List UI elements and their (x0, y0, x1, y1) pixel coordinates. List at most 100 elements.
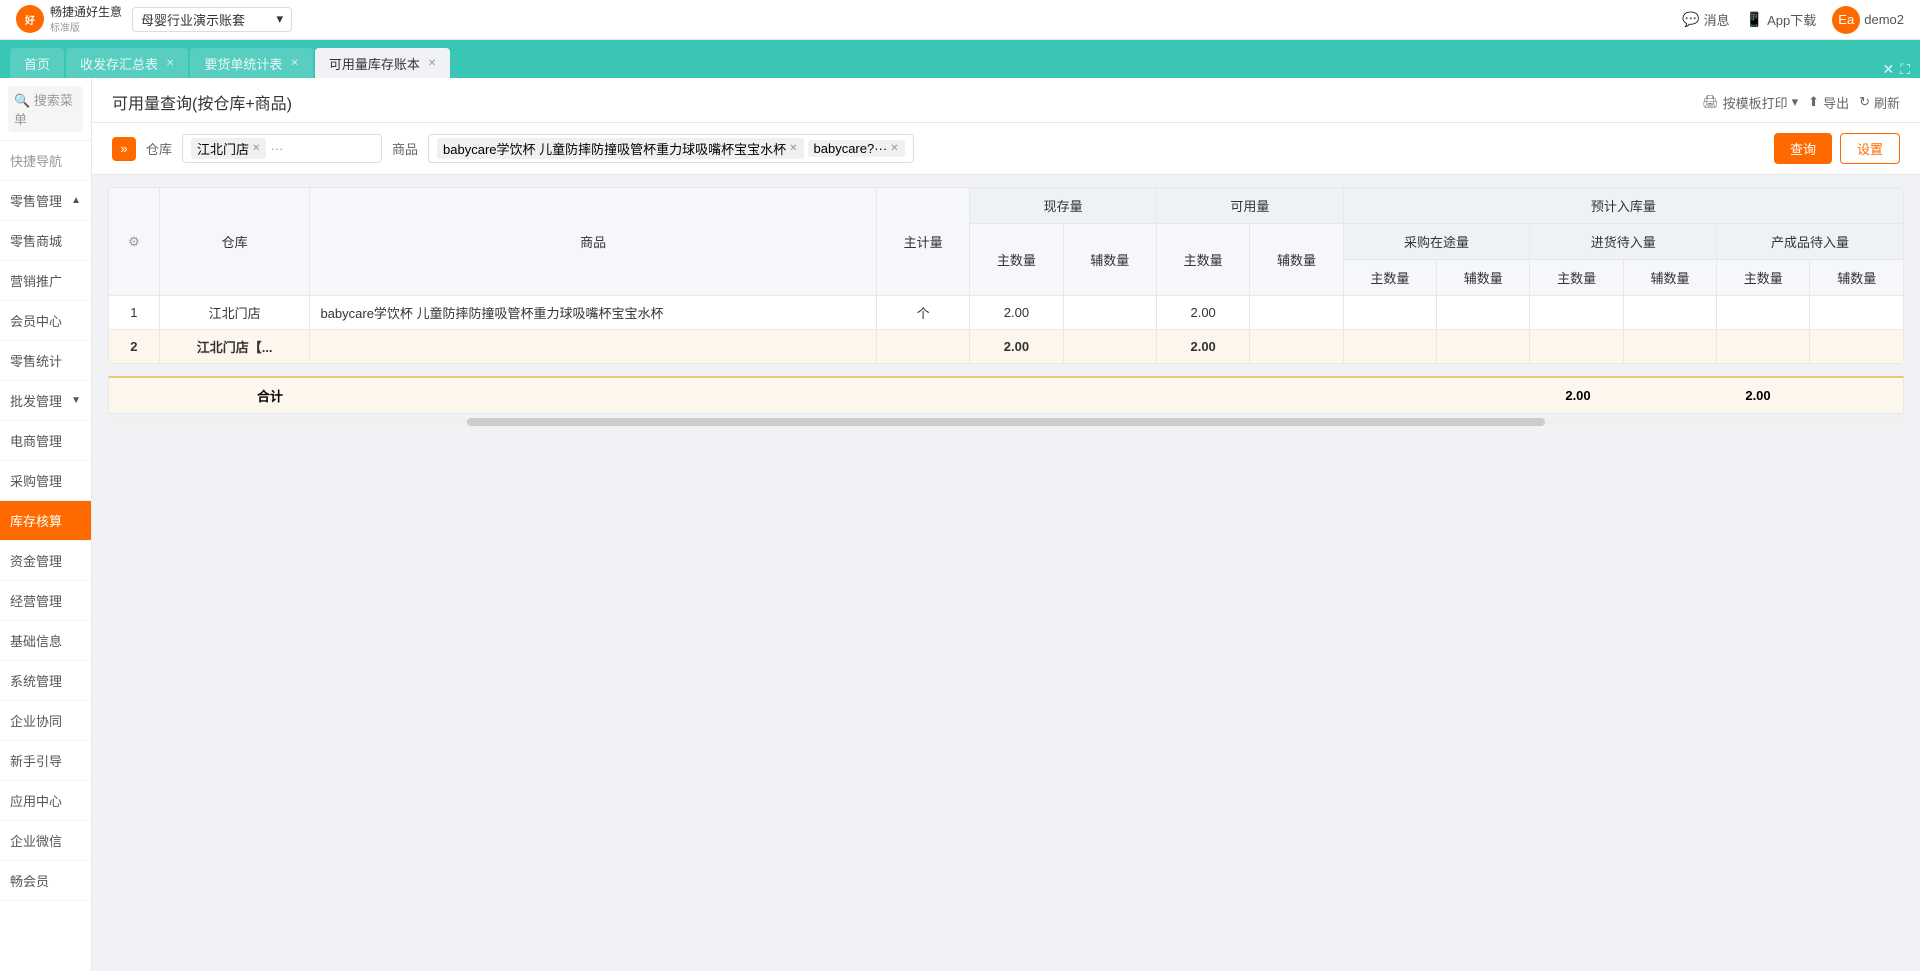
top-bar-right: 💬 消息 📱 App下载 Ea demo2 (1682, 6, 1904, 34)
sidebar-item-ecommerce[interactable]: 电商管理 (0, 421, 91, 461)
cell-avail-sub-2 (1250, 330, 1343, 364)
cell-purchase-main-1 (1343, 296, 1436, 330)
cell-incoming-main-1 (1530, 296, 1623, 330)
table-footer: 合计 2.00 2.00 (108, 376, 1904, 414)
warehouse-more[interactable]: ··· (270, 141, 283, 156)
cell-stock-sub-1 (1063, 296, 1156, 330)
product-tag-1: babycare学饮杯 儿童防摔防撞吸管杯重力球吸嘴杯宝宝水杯 ✕ (437, 138, 803, 159)
warehouse-label: 仓库 (146, 139, 172, 158)
warehouse-input[interactable]: 江北门店 ✕ ··· (182, 134, 382, 163)
th-stock-sub: 辅数量 (1063, 224, 1156, 296)
tab-close-all[interactable]: ✕ (1882, 61, 1894, 78)
sidebar-item-purchase[interactable]: 采购管理 (0, 461, 91, 501)
logo-icon: 好 (16, 5, 44, 33)
search-menu-btn[interactable]: 🔍 搜索菜单 (8, 86, 83, 132)
th-gear[interactable]: ⚙ (109, 188, 160, 296)
th-product-group: 产成品待入量 (1717, 224, 1904, 260)
sidebar-item-operation[interactable]: 经营管理 (0, 581, 91, 621)
warehouse-tag: 江北门店 ✕ (191, 138, 266, 159)
table-row: 2 江北门店【... 2.00 2.00 (109, 330, 1904, 364)
tab-order[interactable]: 要货单统计表 ✕ (190, 48, 312, 78)
tab-receipt[interactable]: 收发存汇总表 ✕ (66, 48, 188, 78)
th-purchase-main: 主数量 (1343, 260, 1436, 296)
sidebar-item-basic[interactable]: 基础信息 (0, 621, 91, 661)
product-tag-1-remove[interactable]: ✕ (789, 143, 797, 154)
cell-stock-main-1: 2.00 (970, 296, 1063, 330)
filter-actions: 查询 设置 (1774, 133, 1900, 164)
th-product: 商品 (310, 188, 876, 296)
sidebar-item-finance[interactable]: 资金管理 (0, 541, 91, 581)
query-btn[interactable]: 查询 (1774, 133, 1832, 164)
content-area: 可用量查询(按仓库+商品) 🖨 按模板打印 ▾ ⬆ 导出 ↻ 刷新 (92, 78, 1920, 971)
sidebar-item-retail-mall[interactable]: 零售商城 (0, 221, 91, 261)
th-product-sub: 辅数量 (1810, 260, 1904, 296)
printer-icon: 🖨 (1702, 94, 1719, 110)
refresh-btn[interactable]: ↻ 刷新 (1859, 93, 1900, 112)
sidebar-item-retail-stat[interactable]: 零售统计 (0, 341, 91, 381)
tab-available-close[interactable]: ✕ (428, 58, 436, 69)
sidebar-item-member[interactable]: 会员中心 (0, 301, 91, 341)
tab-maximize[interactable]: ⛶ (1900, 61, 1910, 78)
filter-row: » 仓库 江北门店 ✕ ··· 商品 babycare学饮杯 儿童防摔防撞吸管杯… (92, 123, 1920, 175)
cell-incoming-sub-2 (1623, 330, 1716, 364)
tab-home[interactable]: 首页 (10, 48, 64, 78)
table-wrap: ⚙ 仓库 商品 主计量 现存量 可用量 预计入库量 主数量 辅数量 主数量 辅数… (108, 187, 1904, 364)
sidebar-item-inventory[interactable]: 库存核算 (0, 501, 91, 541)
template-print-btn[interactable]: 🖨 按模板打印 ▾ (1702, 93, 1798, 112)
message-btn[interactable]: 💬 消息 (1682, 10, 1729, 29)
tab-controls: ✕ ⛶ (1882, 61, 1910, 78)
th-stock-group: 现存量 (970, 188, 1157, 224)
scrollbar-track (108, 418, 1904, 426)
product-input[interactable]: babycare学饮杯 儿童防摔防撞吸管杯重力球吸嘴杯宝宝水杯 ✕ babyca… (428, 134, 914, 163)
warehouse-tag-remove[interactable]: ✕ (252, 143, 260, 154)
top-bar: 好 畅捷通好生意 标准版 母婴行业演示账套 ▾ 💬 消息 📱 App下载 Ea … (0, 0, 1920, 40)
setting-btn[interactable]: 设置 (1840, 133, 1900, 164)
cell-product-2 (310, 330, 876, 364)
table-row: 1 江北门店 babycare学饮杯 儿童防摔防撞吸管杯重力球吸嘴杯宝宝水杯 个… (109, 296, 1904, 330)
footer-avail-main: 2.00 (1713, 388, 1803, 403)
cell-incoming-sub-1 (1623, 296, 1716, 330)
sidebar-item-appcenter[interactable]: 应用中心 (0, 781, 91, 821)
chevron-down-icon: ▾ (276, 11, 283, 27)
sidebar-item-enterprise[interactable]: 企业协同 (0, 701, 91, 741)
th-avail-sub: 辅数量 (1250, 224, 1343, 296)
th-stock-main: 主数量 (970, 224, 1063, 296)
sidebar-item-marketing[interactable]: 营销推广 (0, 261, 91, 301)
industry-select[interactable]: 母婴行业演示账套 ▾ (132, 7, 292, 32)
sidebar-item-enterprise-wechat[interactable]: 企业微信 (0, 821, 91, 861)
cell-unit-1: 个 (876, 296, 969, 330)
sidebar-item-retail[interactable]: 零售管理 ▲ (0, 181, 91, 221)
scrollbar-thumb[interactable] (467, 418, 1545, 426)
sidebar-item-system[interactable]: 系统管理 (0, 661, 91, 701)
tab-order-close[interactable]: ✕ (290, 58, 298, 69)
gear-icon[interactable]: ⚙ (128, 234, 140, 249)
th-product-main: 主数量 (1717, 260, 1810, 296)
filter-expand-btn[interactable]: » (112, 137, 136, 161)
th-avail-main: 主数量 (1156, 224, 1249, 296)
user-avatar[interactable]: Ea demo2 (1832, 6, 1904, 34)
app-download-btn[interactable]: 📱 App下载 (1746, 10, 1817, 29)
cell-warehouse-2: 江北门店【... (159, 330, 310, 364)
refresh-icon: ↻ (1859, 94, 1870, 110)
chevron-icon: ▲ (71, 195, 81, 206)
main-layout: 🔍 搜索菜单 快捷导航 零售管理 ▲ 零售商城 营销推广 会员中心 零售统计 批… (0, 78, 1920, 971)
cell-purchase-sub-1 (1437, 296, 1530, 330)
cell-product-main-2 (1717, 330, 1810, 364)
tab-receipt-close[interactable]: ✕ (166, 58, 174, 69)
cell-product-1: babycare学饮杯 儿童防摔防撞吸管杯重力球吸嘴杯宝宝水杯 (310, 296, 876, 330)
cell-product-main-1 (1717, 296, 1810, 330)
sidebar-item-wholesale[interactable]: 批发管理 ▼ (0, 381, 91, 421)
sidebar-item-newguide[interactable]: 新手引导 (0, 741, 91, 781)
top-bar-left: 好 畅捷通好生意 标准版 母婴行业演示账套 ▾ (16, 5, 292, 34)
cell-seq-2: 2 (109, 330, 160, 364)
product-tag-2-remove[interactable]: ✕ (890, 143, 898, 154)
th-incoming-main: 主数量 (1530, 260, 1623, 296)
cell-avail-main-1: 2.00 (1156, 296, 1249, 330)
export-btn[interactable]: ⬆ 导出 (1808, 93, 1849, 112)
sidebar-item-vip[interactable]: 畅会员 (0, 861, 91, 901)
sidebar-item-quick-nav[interactable]: 快捷导航 (0, 141, 91, 181)
th-incoming-group: 进货待入量 (1530, 224, 1717, 260)
tab-available[interactable]: 可用量库存账本 ✕ (315, 48, 450, 78)
footer-summary-label: 合计 (257, 386, 1453, 405)
cell-avail-sub-1 (1250, 296, 1343, 330)
